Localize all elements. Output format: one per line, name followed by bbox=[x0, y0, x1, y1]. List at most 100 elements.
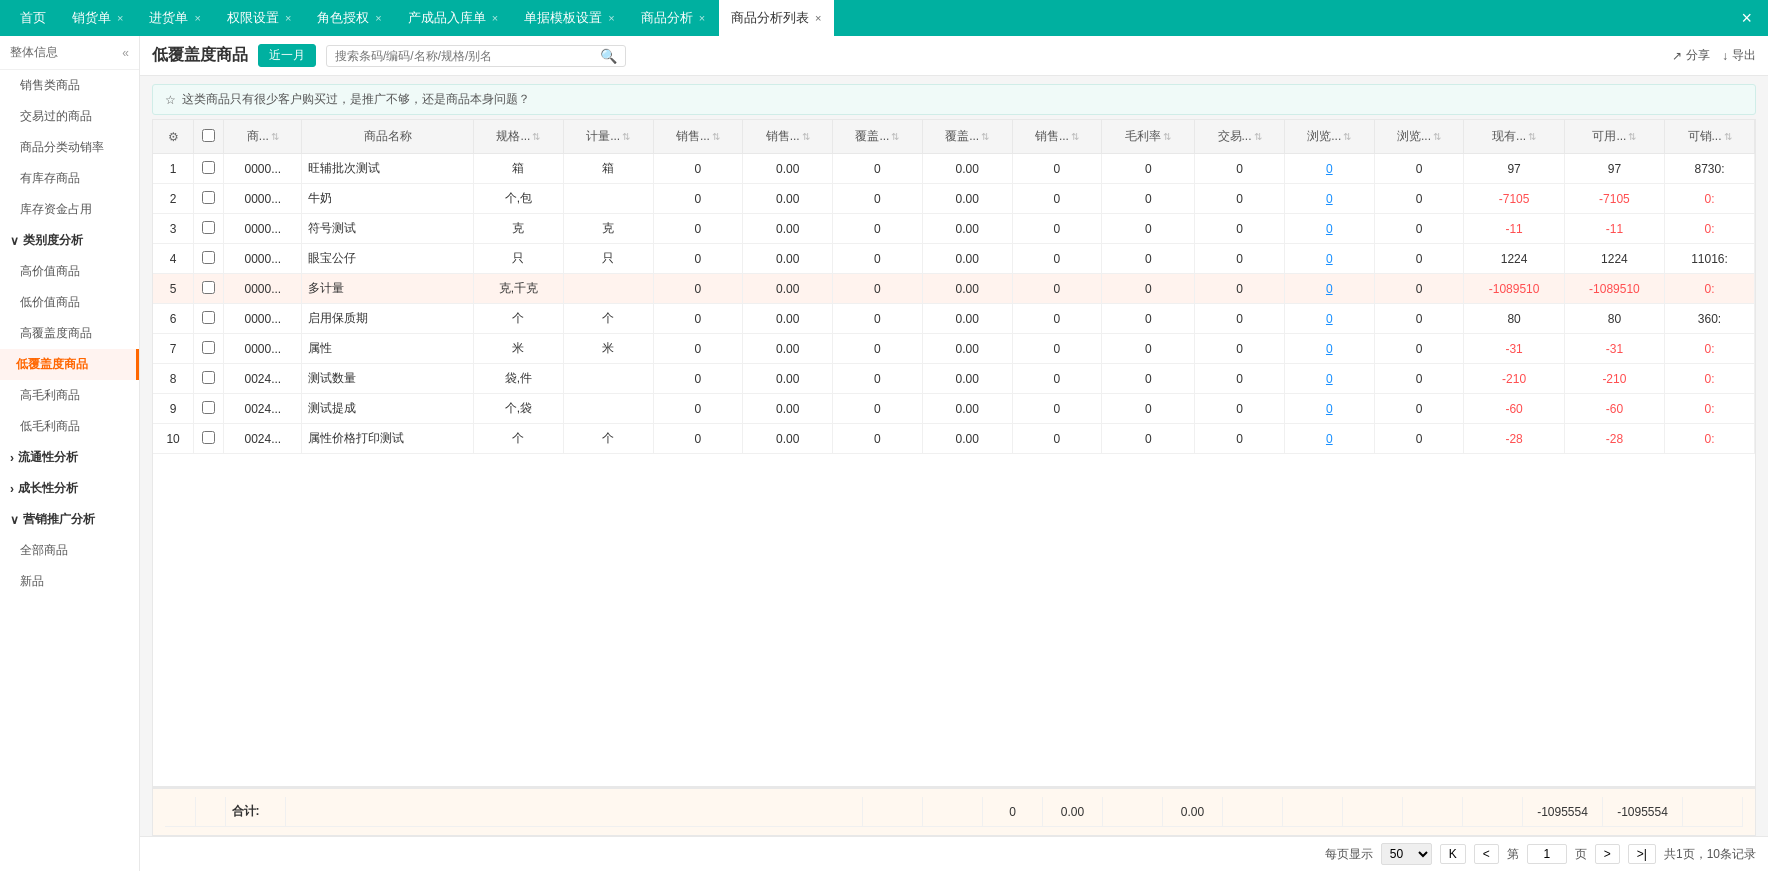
row-checkbox[interactable] bbox=[194, 394, 224, 424]
search-input[interactable] bbox=[335, 49, 596, 63]
row-browse2: 0 bbox=[1374, 424, 1464, 454]
sidebar-quality-group[interactable]: ∨ 类别度分析 bbox=[0, 225, 139, 256]
footer-empty10 bbox=[1403, 797, 1463, 827]
settings-icon[interactable]: ⚙ bbox=[168, 130, 179, 144]
col-profit-header[interactable]: 毛利率⇅ bbox=[1102, 120, 1195, 154]
first-page-button[interactable]: K bbox=[1440, 844, 1466, 864]
pagination-bar: 每页显示 50 20 100 K < 第 页 > >| 共1页，10条记录 bbox=[140, 836, 1768, 871]
col-code-header[interactable]: 商...⇅ bbox=[224, 120, 302, 154]
sidebar-item-low-profit[interactable]: 低毛利商品 bbox=[0, 411, 139, 442]
next-page-button[interactable]: > bbox=[1595, 844, 1620, 864]
search-icon[interactable]: 🔍 bbox=[600, 48, 617, 64]
sidebar-item-new-goods[interactable]: 新品 bbox=[0, 566, 139, 597]
sidebar-growth-group[interactable]: › 成长性分析 bbox=[0, 473, 139, 504]
sidebar-item-high-profit[interactable]: 高毛利商品 bbox=[0, 380, 139, 411]
col-unit-header[interactable]: 计量...⇅ bbox=[563, 120, 653, 154]
sidebar-collapse-icon[interactable]: « bbox=[122, 46, 129, 60]
row-checkbox[interactable] bbox=[194, 184, 224, 214]
time-filter-button[interactable]: 近一月 bbox=[258, 44, 316, 67]
nav-template-settings[interactable]: 单据模板设置 × bbox=[512, 0, 626, 36]
sidebar-item-category-rate[interactable]: 商品分类动销率 bbox=[0, 132, 139, 163]
row-current: 1224 bbox=[1464, 244, 1564, 274]
nav-product-analysis[interactable]: 商品分析 × bbox=[629, 0, 717, 36]
row-cover1: 0 bbox=[833, 184, 923, 214]
col-current-header[interactable]: 现有...⇅ bbox=[1464, 120, 1564, 154]
sidebar-item-low-value[interactable]: 低价值商品 bbox=[0, 287, 139, 318]
page-number-input[interactable] bbox=[1527, 844, 1567, 864]
row-checkbox[interactable] bbox=[194, 304, 224, 334]
per-page-select[interactable]: 50 20 100 bbox=[1381, 843, 1432, 865]
nav-close-product-analysis[interactable]: × bbox=[699, 12, 705, 24]
last-page-button[interactable]: >| bbox=[1628, 844, 1656, 864]
row-cover1: 0 bbox=[833, 424, 923, 454]
window-close-button[interactable]: × bbox=[1733, 8, 1760, 29]
row-sales3: 0 bbox=[1012, 274, 1102, 304]
export-button[interactable]: ↓ 导出 bbox=[1722, 47, 1756, 64]
nav-close-product-analysis-list[interactable]: × bbox=[815, 12, 821, 24]
nav-close-role-auth[interactable]: × bbox=[375, 12, 381, 24]
row-browse2: 0 bbox=[1374, 154, 1464, 184]
col-sales1-header[interactable]: 销售...⇅ bbox=[653, 120, 743, 154]
sidebar-marketing-group[interactable]: ∨ 营销推广分析 bbox=[0, 504, 139, 535]
sidebar-item-high-value[interactable]: 高价值商品 bbox=[0, 256, 139, 287]
nav-close-template[interactable]: × bbox=[608, 12, 614, 24]
footer-empty1 bbox=[165, 797, 195, 827]
data-table: ⚙ 商...⇅ 商品名称 规格...⇅ 计量...⇅ 销售...⇅ 销售...⇅… bbox=[153, 120, 1755, 454]
select-all-checkbox[interactable] bbox=[202, 129, 215, 142]
row-browse1: 0 bbox=[1284, 334, 1374, 364]
nav-close-permissions[interactable]: × bbox=[285, 12, 291, 24]
col-trade-header[interactable]: 交易...⇅ bbox=[1195, 120, 1285, 154]
col-sales2-header[interactable]: 销售...⇅ bbox=[743, 120, 833, 154]
row-checkbox[interactable] bbox=[194, 274, 224, 304]
row-checkbox[interactable] bbox=[194, 154, 224, 184]
sidebar-item-stock-funds[interactable]: 库存资金占用 bbox=[0, 194, 139, 225]
sidebar-item-all-goods[interactable]: 全部商品 bbox=[0, 535, 139, 566]
nav-product-analysis-list[interactable]: 商品分析列表 × bbox=[719, 0, 833, 36]
col-cover2-header[interactable]: 覆盖...⇅ bbox=[922, 120, 1012, 154]
sidebar-item-sales-goods[interactable]: 销售类商品 bbox=[0, 70, 139, 101]
row-checkbox[interactable] bbox=[194, 334, 224, 364]
sidebar-item-has-stock[interactable]: 有库存商品 bbox=[0, 163, 139, 194]
row-sales2: 0.00 bbox=[743, 304, 833, 334]
col-select-all[interactable] bbox=[194, 120, 224, 154]
col-available-header[interactable]: 可用...⇅ bbox=[1564, 120, 1664, 154]
nav-close-sales[interactable]: × bbox=[117, 12, 123, 24]
sidebar-item-low-coverage[interactable]: 低覆盖度商品 bbox=[0, 349, 139, 380]
table-footer: 合计: 0 0.00 0.00 -1095554 -1095554 bbox=[152, 787, 1756, 836]
col-sales3-header[interactable]: 销售...⇅ bbox=[1012, 120, 1102, 154]
prev-page-button[interactable]: < bbox=[1474, 844, 1499, 864]
row-sellable: 0: bbox=[1665, 424, 1755, 454]
row-profit: 0 bbox=[1102, 274, 1195, 304]
col-sellable-header[interactable]: 可销...⇅ bbox=[1665, 120, 1755, 154]
row-checkbox[interactable] bbox=[194, 424, 224, 454]
nav-close-purchase[interactable]: × bbox=[194, 12, 200, 24]
row-available: -210 bbox=[1564, 364, 1664, 394]
nav-purchase-order[interactable]: 进货单 × bbox=[137, 0, 212, 36]
row-unit: 只 bbox=[563, 244, 653, 274]
col-browse2-header[interactable]: 浏览...⇅ bbox=[1374, 120, 1464, 154]
sidebar-item-high-coverage[interactable]: 高覆盖度商品 bbox=[0, 318, 139, 349]
row-unit: 克 bbox=[563, 214, 653, 244]
footer-empty2 bbox=[195, 797, 225, 827]
col-cover1-header[interactable]: 覆盖...⇅ bbox=[833, 120, 923, 154]
nav-sales-order[interactable]: 销货单 × bbox=[60, 0, 135, 36]
footer-empty11 bbox=[1463, 797, 1523, 827]
nav-close-product-warehouse[interactable]: × bbox=[492, 12, 498, 24]
nav-role-auth[interactable]: 角色授权 × bbox=[305, 0, 393, 36]
table-row: 30000...符号测试克克00.0000.0000000-11-110: bbox=[153, 214, 1755, 244]
row-checkbox[interactable] bbox=[194, 244, 224, 274]
nav-product-warehouse[interactable]: 产成品入库单 × bbox=[396, 0, 510, 36]
col-spec-header[interactable]: 规格...⇅ bbox=[474, 120, 564, 154]
row-checkbox[interactable] bbox=[194, 214, 224, 244]
col-browse1-header[interactable]: 浏览...⇅ bbox=[1284, 120, 1374, 154]
share-button[interactable]: ↗ 分享 bbox=[1672, 47, 1710, 64]
row-available: -11 bbox=[1564, 214, 1664, 244]
row-checkbox[interactable] bbox=[194, 364, 224, 394]
sidebar-flow-group[interactable]: › 流通性分析 bbox=[0, 442, 139, 473]
col-settings-header[interactable]: ⚙ bbox=[153, 120, 194, 154]
sidebar-item-traded-goods[interactable]: 交易过的商品 bbox=[0, 101, 139, 132]
nav-permissions[interactable]: 权限设置 × bbox=[215, 0, 303, 36]
nav-home[interactable]: 首页 bbox=[8, 0, 58, 36]
table-row: 60000...启用保质期个个00.0000.00000008080360: bbox=[153, 304, 1755, 334]
row-profit: 0 bbox=[1102, 334, 1195, 364]
